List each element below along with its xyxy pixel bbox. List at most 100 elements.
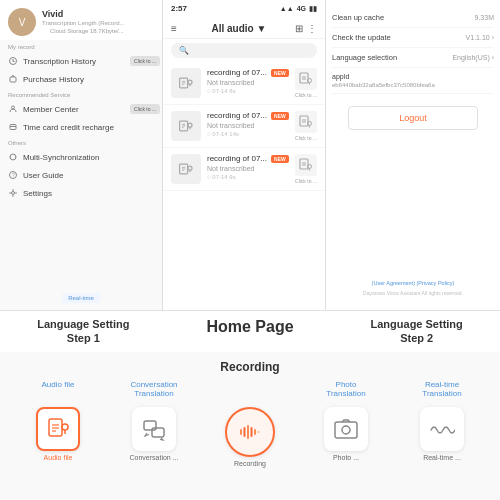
audio-action-2: Click to ... <box>295 111 317 141</box>
left-panel: V Vivid Transcription Length (Record... … <box>0 0 163 310</box>
label-right: Language Setting Step 2 <box>333 317 500 346</box>
action-label-1[interactable]: Click to ... <box>295 92 317 98</box>
svg-point-14 <box>188 80 192 84</box>
action-label-3[interactable]: Click to ... <box>295 178 317 184</box>
user-row: V Vivid Transcription Length (Record... … <box>0 0 162 40</box>
audio-thumb-3 <box>171 154 201 184</box>
bottom-section: Recording Audio file Conversation Transl… <box>0 352 500 500</box>
mid-panel: 2:57 ▲▲ 4G ▮▮ ≡ All audio ▼ ⊞ ⋮ 🔍 <box>163 0 326 310</box>
new-badge-3: NEW <box>271 155 289 163</box>
nav-item-audio[interactable]: Audio file <box>23 380 93 394</box>
nav-icon-realtime-item[interactable]: Real-time ... <box>407 407 477 461</box>
new-badge-1: NEW <box>271 69 289 77</box>
audio-time-1: ○ 07-14 8s <box>207 88 295 94</box>
nav-icon-audio-box <box>36 407 80 451</box>
logout-button[interactable]: Logout <box>348 106 478 130</box>
setting-row-cache: Clean up cache 9.33M <box>332 8 494 28</box>
svg-rect-57 <box>258 431 260 433</box>
label-left: Language Setting Step 1 <box>0 317 167 346</box>
user-info: Vivid Transcription Length (Record... Cl… <box>42 9 154 36</box>
click-btn-transcription[interactable]: Click to ... <box>130 56 160 66</box>
timecard-icon <box>8 122 18 132</box>
nav-sublabel-realtime: Real-time ... <box>423 454 461 461</box>
realtime-btn[interactable]: Real-time <box>62 293 100 303</box>
audio-item-1: recording of 07... NEW Not transcribed ○… <box>163 62 325 105</box>
sort-icon[interactable]: ⊞ <box>295 23 303 34</box>
nav-item-realtime[interactable]: Real-time Translation <box>407 380 477 403</box>
nav-icons-row-icons: Audio file Conversation ... <box>10 407 490 467</box>
svg-rect-58 <box>335 422 357 438</box>
nav-item-photo[interactable]: Photo Translation <box>311 380 381 403</box>
audio-info-1: recording of 07... NEW Not transcribed ○… <box>207 68 295 94</box>
guide-icon: ? <box>8 170 18 180</box>
audio-title-row-2: recording of 07... NEW <box>207 111 295 120</box>
section-title-recommended: Recommended Service <box>0 88 162 100</box>
setting-row-language[interactable]: Language selection English(US) › <box>332 48 494 68</box>
svg-rect-56 <box>254 429 256 435</box>
action-icon-1 <box>295 68 317 90</box>
menu-item-multi-sync[interactable]: Multi-Synchronization <box>0 148 162 166</box>
nav-icon-audio-item[interactable]: Audio file <box>23 407 93 461</box>
svg-rect-52 <box>240 429 242 435</box>
nav-icon-conversation-item[interactable]: Conversation ... <box>119 407 189 461</box>
audio-title-1: recording of 07... <box>207 68 267 77</box>
svg-point-9 <box>12 192 15 195</box>
member-icon <box>8 104 18 114</box>
nav-label-photo: Photo Translation <box>326 380 365 399</box>
menu-item-purchase-history[interactable]: Purchase History <box>0 70 162 88</box>
menu-item-user-guide[interactable]: ? User Guide <box>0 166 162 184</box>
click-btn-member[interactable]: Click to ... <box>130 104 160 114</box>
audio-info-3: recording of 07... NEW Not transcribed ○… <box>207 154 295 180</box>
menu-item-time-card[interactable]: Time card credit recharge <box>0 118 162 136</box>
nav-icon-photo-item[interactable]: Photo ... <box>311 407 381 461</box>
header-icons: ⊞ ⋮ <box>295 23 317 34</box>
svg-rect-27 <box>300 116 308 126</box>
svg-rect-54 <box>247 425 249 439</box>
all-audio-title[interactable]: All audio ▼ <box>183 23 295 34</box>
appid-label: appId <box>332 73 494 80</box>
nav-sublabel-recording: Recording <box>234 460 266 467</box>
nav-sublabel-audio: Audio file <box>44 454 73 461</box>
nav-icon-recording-box <box>225 407 275 457</box>
new-badge-2: NEW <box>271 112 289 120</box>
top-section: V Vivid Transcription Length (Record... … <box>0 0 500 310</box>
search-bar[interactable]: 🔍 <box>171 43 317 58</box>
nav-label-conversation: Conversation Translation <box>130 380 177 399</box>
svg-rect-3 <box>10 77 16 82</box>
audio-thumb-2 <box>171 111 201 141</box>
label-middle: Home Page <box>167 317 334 346</box>
time: 2:57 <box>171 4 187 13</box>
more-icon[interactable]: ⋮ <box>307 23 317 34</box>
nav-item-conversation[interactable]: Conversation Translation <box>119 380 189 403</box>
history-icon <box>8 56 18 66</box>
audio-title-3: recording of 07... <box>207 154 267 163</box>
action-label-2[interactable]: Click to ... <box>295 135 317 141</box>
audio-item-2: recording of 07... NEW Not transcribed ○… <box>163 105 325 148</box>
bottom-title: Recording <box>10 360 490 374</box>
hamburger-icon[interactable]: ≡ <box>171 23 177 34</box>
language-value: English(US) › <box>452 54 494 61</box>
user-name: Vivid <box>42 9 154 19</box>
menu-item-transcription-history[interactable]: Transcription History Click to ... <box>0 52 162 70</box>
nav-label-realtime: Real-time Translation <box>422 380 461 399</box>
setting-row-update[interactable]: Check the update V1.1.10 › <box>332 28 494 48</box>
section-title-others: Others <box>0 136 162 148</box>
cache-label: Clean up cache <box>332 13 384 22</box>
search-icon: 🔍 <box>179 46 189 55</box>
svg-rect-55 <box>251 427 253 437</box>
footer-links: (User Agreement) (Privacy Policy) <box>326 280 500 286</box>
menu-item-member-center[interactable]: Member Center Click to ... <box>0 100 162 118</box>
audio-title-row-3: recording of 07... NEW <box>207 154 295 163</box>
appid-row: appId eb6440bab32a8a5efbc37c5080bfea6a <box>332 68 494 94</box>
nav-icon-realtime-box <box>420 407 464 451</box>
menu-item-settings[interactable]: Settings <box>0 184 162 202</box>
audio-action-3: Click to ... <box>295 154 317 184</box>
nav-icon-recording-item[interactable]: Recording <box>215 407 285 467</box>
nav-label-audio: Audio file <box>42 380 75 390</box>
action-icon-3 <box>295 154 317 176</box>
audio-time-2: ○ 07-14 14s <box>207 131 295 137</box>
nav-icon-photo-box <box>324 407 368 451</box>
audio-status-1: Not transcribed <box>207 79 295 86</box>
nav-item-recording[interactable]: _ <box>215 380 285 394</box>
update-value: V1.1.10 › <box>466 34 494 41</box>
